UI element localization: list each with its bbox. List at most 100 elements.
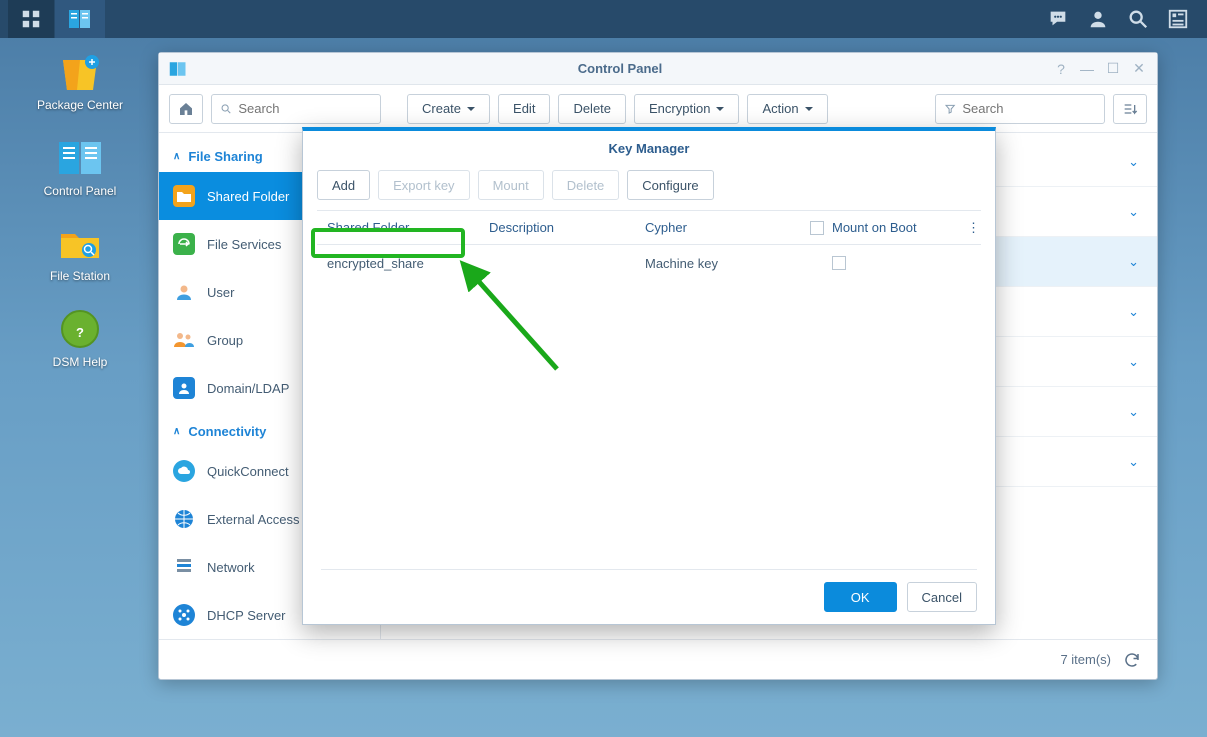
cell-shared-folder: encrypted_share [317,256,479,271]
chevron-down-icon: ⌄ [1128,154,1139,170]
control-panel-icon [52,136,108,180]
col-cypher[interactable]: Cypher [635,220,800,235]
sidebar-search-input[interactable] [238,101,372,116]
dialog-footer: OK Cancel [303,570,995,624]
help-button[interactable]: ? [1053,61,1069,77]
close-button[interactable]: ✕ [1131,61,1147,77]
maximize-button[interactable]: ☐ [1105,61,1121,77]
domain-icon [173,377,195,399]
folder-search-icon [52,221,108,265]
user-icon [173,281,195,303]
desktop-label: DSM Help [25,355,135,371]
table-header: Shared Folder Description Cypher Mount o… [317,211,981,245]
help-icon: ? [52,307,108,351]
sidebar-item-label: File Services [207,237,281,252]
widgets-icon[interactable] [1167,8,1189,30]
item-count: 7 item(s) [1060,652,1111,667]
network-icon [173,556,195,578]
toolbar: Create Edit Delete Encryption Action [159,85,1157,133]
delete-button[interactable]: Delete [552,170,620,200]
shopping-bag-icon [52,50,108,94]
list-search-input[interactable] [962,101,1096,116]
desktop-icon-dsm-help[interactable]: ? DSM Help [25,307,135,371]
action-button[interactable]: Action [747,94,827,124]
create-button[interactable]: Create [407,94,490,124]
chat-icon[interactable] [1047,8,1069,30]
titlebar: Control Panel ? — ☐ ✕ [159,53,1157,85]
cell-cypher: Machine key [635,256,800,271]
configure-button[interactable]: Configure [627,170,713,200]
list-search[interactable] [935,94,1105,124]
chevron-up-icon: ∧ [173,426,180,437]
dialog-title: Key Manager [303,131,995,164]
sidebar-item-label: Domain/LDAP [207,381,289,396]
taskbar-app-control-panel[interactable] [55,0,105,38]
window-footer: 7 item(s) [159,639,1157,679]
caret-down-icon [467,107,475,115]
caret-down-icon [805,107,813,115]
chevron-up-icon: ∧ [173,151,180,162]
chevron-down-icon: ⌄ [1128,254,1139,270]
chevron-down-icon: ⌄ [1128,204,1139,220]
desktop-icon-control-panel[interactable]: Control Panel [25,136,135,200]
sidebar-item-label: DHCP Server [207,608,286,623]
cloud-icon [173,460,195,482]
search-icon[interactable] [1127,8,1149,30]
sidebar-item-label: User [207,285,234,300]
add-button[interactable]: Add [317,170,370,200]
control-panel-app-icon [169,60,187,78]
main-menu-button[interactable] [8,0,54,38]
encryption-button[interactable]: Encryption [634,94,739,124]
table-row[interactable]: encrypted_share Machine key [317,245,981,281]
ok-button[interactable]: OK [824,582,897,612]
delete-button[interactable]: Delete [558,94,626,124]
chevron-down-icon: ⌄ [1128,304,1139,320]
user-icon[interactable] [1087,8,1109,30]
checkbox[interactable] [810,221,824,235]
desktop-label: Control Panel [25,184,135,200]
dialog-toolbar: Add Export key Mount Delete Configure [303,164,995,210]
desktop: Package Center Control Panel File Statio… [0,50,160,392]
cancel-button[interactable]: Cancel [907,582,977,612]
sidebar-search[interactable] [211,94,381,124]
home-icon [178,101,194,117]
chevron-down-icon: ⌄ [1128,404,1139,420]
group-icon [173,329,195,351]
minimize-button[interactable]: — [1079,61,1095,77]
home-button[interactable] [169,94,203,124]
col-description[interactable]: Description [479,220,635,235]
desktop-icon-file-station[interactable]: File Station [25,221,135,285]
desktop-label: File Station [25,269,135,285]
key-manager-dialog: Key Manager Add Export key Mount Delete … [302,127,996,625]
checkbox[interactable] [832,256,846,270]
col-mount-on-boot[interactable]: Mount on Boot [800,220,957,235]
shared-folder-icon [173,185,195,207]
sidebar-item-label: Network [207,560,255,575]
desktop-icon-package-center[interactable]: Package Center [25,50,135,114]
reload-icon[interactable] [1123,651,1141,669]
grid-icon [20,8,42,30]
col-shared-folder[interactable]: Shared Folder [317,220,479,235]
filter-icon [944,102,956,116]
cell-mount-on-boot [800,256,957,270]
sidebar-item-label: External Access [207,512,300,527]
chevron-down-icon: ⌄ [1128,354,1139,370]
taskbar [0,0,1207,38]
control-panel-window: Control Panel ? — ☐ ✕ Create Edit Delete… [158,52,1158,680]
sort-icon [1122,101,1138,117]
control-panel-app-icon [68,9,92,29]
key-table: Shared Folder Description Cypher Mount o… [317,210,981,569]
dhcp-icon [173,604,195,626]
edit-button[interactable]: Edit [498,94,550,124]
globe-icon [173,508,195,530]
sidebar-item-label: QuickConnect [207,464,289,479]
sidebar-item-label: Group [207,333,243,348]
file-services-icon [173,233,195,255]
sidebar-item-label: Shared Folder [207,189,289,204]
column-menu[interactable]: ⋮ [957,220,981,236]
export-key-button[interactable]: Export key [378,170,469,200]
mount-button[interactable]: Mount [478,170,544,200]
svg-text:?: ? [76,325,84,340]
sort-button[interactable] [1113,94,1147,124]
search-icon [220,102,232,116]
